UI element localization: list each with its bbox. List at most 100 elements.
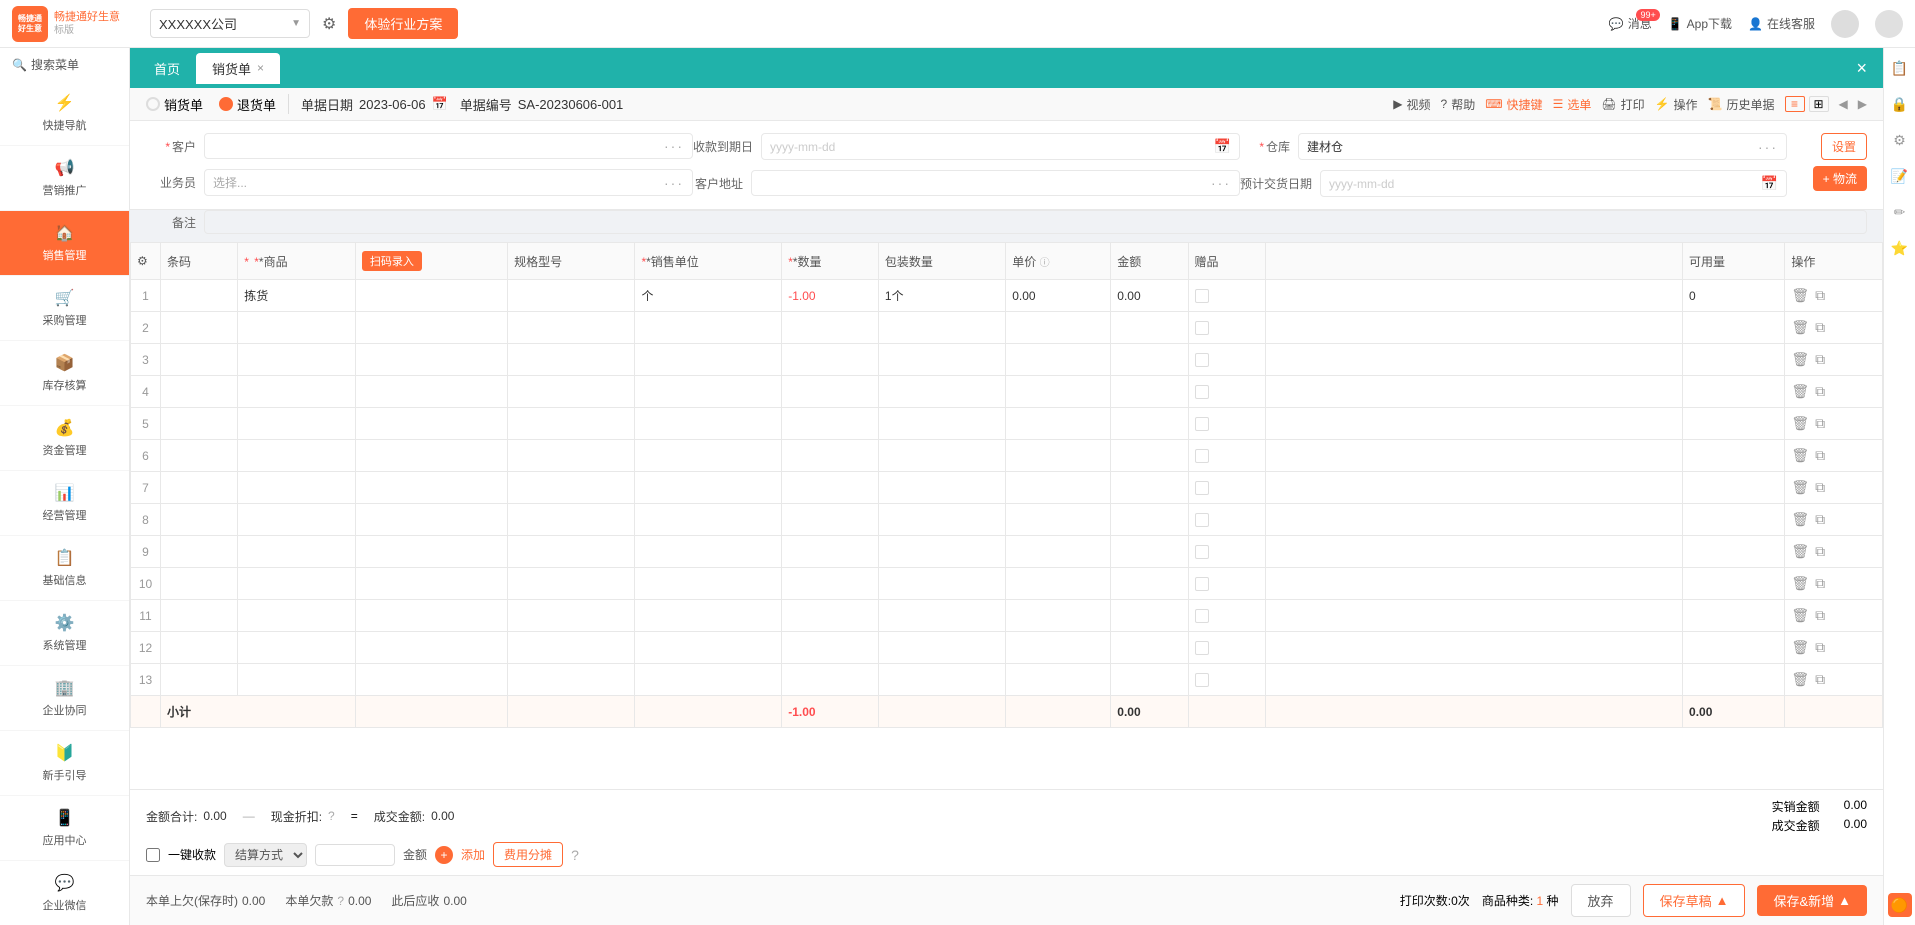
tab-close-icon[interactable]: × xyxy=(257,61,264,75)
gift-checkbox[interactable] xyxy=(1195,641,1209,655)
row-gift[interactable] xyxy=(1188,344,1265,376)
row-barcode[interactable] xyxy=(161,280,238,312)
row-gift[interactable] xyxy=(1188,504,1265,536)
row-pkg-qty[interactable] xyxy=(878,536,1005,568)
row-quantity[interactable] xyxy=(782,536,879,568)
right-panel-icon-1[interactable]: 📋 xyxy=(1888,56,1912,80)
prev-record-icon[interactable]: ◀ xyxy=(1839,97,1848,111)
row-amount[interactable] xyxy=(1111,408,1188,440)
row-pkg-qty[interactable] xyxy=(878,664,1005,696)
sidebar-item-marketing[interactable]: 📢 营销推广 xyxy=(0,146,129,211)
row-unit[interactable] xyxy=(635,440,782,472)
row-quantity[interactable] xyxy=(782,632,879,664)
tab-home[interactable]: 首页 xyxy=(138,53,196,84)
setting-button[interactable]: 设置 xyxy=(1821,133,1867,160)
message-button[interactable]: 💬 消息 99+ xyxy=(1609,15,1652,32)
sidebar-item-system[interactable]: ⚙️ 系统管理 xyxy=(0,601,129,666)
row-spec[interactable] xyxy=(508,504,635,536)
copy-icon[interactable]: ⧉ xyxy=(1815,671,1825,688)
save-draft-button[interactable]: 保存草稿 ▲ xyxy=(1643,884,1746,917)
delete-icon[interactable]: 🗑 xyxy=(1791,351,1809,368)
app-download-button[interactable]: 📱 App下载 xyxy=(1668,15,1732,32)
row-gift[interactable] xyxy=(1188,472,1265,504)
row-pkg-qty[interactable] xyxy=(878,344,1005,376)
calendar-icon[interactable]: 📅 xyxy=(432,96,448,112)
print-btn[interactable]: 🖨 打印 xyxy=(1601,96,1644,113)
payment-due-input[interactable]: yyyy-mm-dd 📅 xyxy=(761,133,1240,160)
logistics-button[interactable]: + 物流 xyxy=(1813,166,1867,191)
row-product[interactable] xyxy=(238,536,356,568)
row-amount[interactable] xyxy=(1111,472,1188,504)
shortcut-btn[interactable]: ⌨ 快捷键 xyxy=(1485,96,1542,113)
row-amount[interactable] xyxy=(1111,376,1188,408)
row-barcode[interactable] xyxy=(161,568,238,600)
row-unit-price[interactable] xyxy=(1006,440,1111,472)
row-barcode[interactable] xyxy=(161,664,238,696)
row-pkg-qty[interactable] xyxy=(878,504,1005,536)
row-barcode[interactable] xyxy=(161,600,238,632)
row-spec-col[interactable] xyxy=(355,280,507,312)
tab-bar-close-icon[interactable]: × xyxy=(1856,58,1867,79)
copy-icon[interactable]: ⧉ xyxy=(1815,383,1825,400)
row-pkg-qty[interactable] xyxy=(878,632,1005,664)
select-order-btn[interactable]: ☰ 选单 xyxy=(1553,96,1592,113)
row-gift[interactable] xyxy=(1188,664,1265,696)
row-product[interactable] xyxy=(238,504,356,536)
row-unit[interactable]: 个 xyxy=(635,280,782,312)
right-panel-icon-5[interactable]: ✏ xyxy=(1888,200,1912,224)
online-service-button[interactable]: 👤 在线客服 xyxy=(1748,15,1815,32)
help-btn[interactable]: ? 帮助 xyxy=(1441,96,1476,113)
copy-icon[interactable]: ⧉ xyxy=(1815,287,1825,304)
delete-icon[interactable]: 🗑 xyxy=(1791,415,1809,432)
row-product[interactable] xyxy=(238,568,356,600)
row-product[interactable] xyxy=(238,600,356,632)
expense-help-icon[interactable]: ? xyxy=(571,847,579,863)
row-barcode[interactable] xyxy=(161,376,238,408)
gift-checkbox[interactable] xyxy=(1195,609,1209,623)
row-amount[interactable] xyxy=(1111,536,1188,568)
row-barcode[interactable] xyxy=(161,536,238,568)
row-spec[interactable] xyxy=(508,568,635,600)
row-gift[interactable] xyxy=(1188,280,1265,312)
row-unit[interactable] xyxy=(635,504,782,536)
row-product[interactable]: 拣货 xyxy=(238,280,356,312)
row-unit[interactable] xyxy=(635,568,782,600)
row-amount[interactable] xyxy=(1111,600,1188,632)
copy-icon[interactable]: ⧉ xyxy=(1815,511,1825,528)
row-spec[interactable] xyxy=(508,376,635,408)
row-quantity[interactable] xyxy=(782,664,879,696)
customer-input[interactable]: ··· xyxy=(204,133,693,159)
row-barcode[interactable] xyxy=(161,312,238,344)
row-barcode[interactable] xyxy=(161,632,238,664)
copy-icon[interactable]: ⧉ xyxy=(1815,415,1825,432)
sidebar-item-sales[interactable]: 🏠 销售管理 xyxy=(0,211,129,276)
sidebar-item-finance[interactable]: 💰 资金管理 xyxy=(0,406,129,471)
row-gift[interactable] xyxy=(1188,376,1265,408)
sidebar-item-wechat[interactable]: 💬 企业微信 xyxy=(0,861,129,925)
sidebar-item-business[interactable]: 📊 经营管理 xyxy=(0,471,129,536)
row-gift[interactable] xyxy=(1188,536,1265,568)
row-unit-price[interactable] xyxy=(1006,568,1111,600)
row-gift[interactable] xyxy=(1188,600,1265,632)
expense-btn[interactable]: 费用分摊 xyxy=(493,842,563,867)
row-unit-price[interactable] xyxy=(1006,376,1111,408)
row-unit-price[interactable] xyxy=(1006,632,1111,664)
row-unit-price[interactable] xyxy=(1006,312,1111,344)
row-unit-price[interactable] xyxy=(1006,600,1111,632)
video-btn[interactable]: ▶ 视频 xyxy=(1393,96,1430,113)
row-spec[interactable] xyxy=(508,280,635,312)
sidebar-item-guide[interactable]: 🔰 新手引导 xyxy=(0,731,129,796)
row-spec[interactable] xyxy=(508,408,635,440)
row-gift[interactable] xyxy=(1188,440,1265,472)
sales-order-radio[interactable]: 销货单 xyxy=(146,95,203,114)
row-unit[interactable] xyxy=(635,632,782,664)
row-barcode[interactable] xyxy=(161,408,238,440)
copy-icon[interactable]: ⧉ xyxy=(1815,543,1825,560)
row-spec[interactable] xyxy=(508,536,635,568)
sidebar-item-apps[interactable]: 📱 应用中心 xyxy=(0,796,129,861)
return-order-radio[interactable]: 退货单 xyxy=(219,95,276,114)
row-unit[interactable] xyxy=(635,376,782,408)
operate-btn[interactable]: ⚡ 操作 xyxy=(1655,96,1698,113)
row-quantity[interactable] xyxy=(782,344,879,376)
row-spec[interactable] xyxy=(508,440,635,472)
